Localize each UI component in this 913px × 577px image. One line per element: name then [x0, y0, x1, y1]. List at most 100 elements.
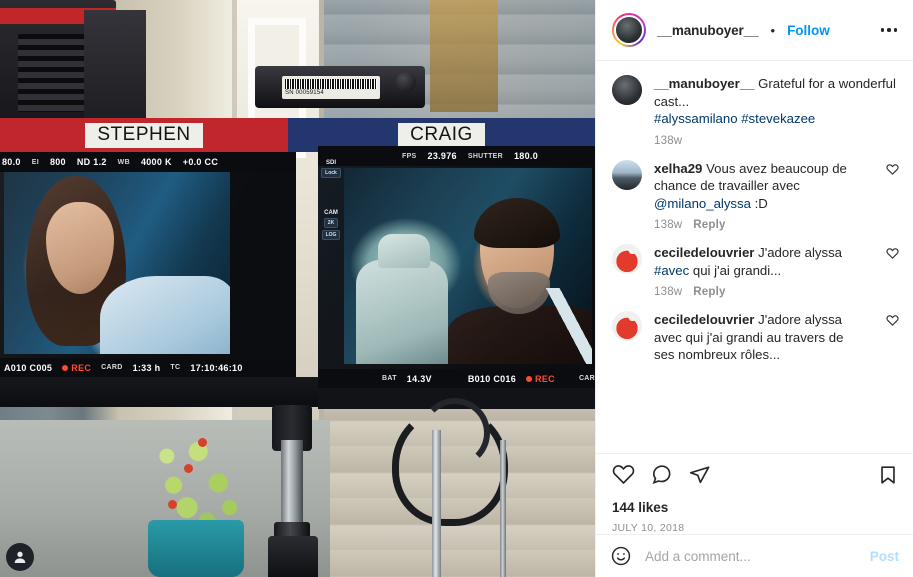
osd-rec-indicator-right: REC: [526, 374, 555, 384]
person-avatar-icon[interactable]: [6, 543, 34, 571]
bezel-log-button[interactable]: LOG: [321, 230, 341, 240]
barcode-lines: [285, 78, 377, 89]
post-header: __manuboyer__ • Follow: [596, 0, 913, 61]
post-date: JULY 10, 2018: [612, 522, 685, 534]
post-actions: 144 likes JULY 10, 2018: [596, 453, 913, 534]
osd-cc-value: +0.0 CC: [182, 157, 219, 167]
post-sidebar: __manuboyer__ • Follow __manuboyer__ Gra…: [595, 0, 913, 577]
light-stand-base: [268, 536, 318, 577]
follow-button[interactable]: Follow: [787, 23, 830, 38]
more-options-icon[interactable]: [879, 22, 900, 38]
monitor-left-osd-bottom: A010 C005 REC CARD 1:33 h TC 17:10:46:10: [0, 358, 296, 377]
post-comment-button[interactable]: Post: [870, 549, 899, 564]
comment-meta: 138w Reply: [654, 286, 866, 298]
comment-avatar[interactable]: [612, 311, 642, 341]
potted-plant-foliage: [140, 418, 252, 530]
osd-fps-value: 23.976: [427, 151, 457, 161]
comment-like-icon[interactable]: [886, 247, 899, 298]
monitor-left-glare: [0, 172, 296, 358]
list-item: ceciledelouvrier J'adore alyssa #avec qu…: [612, 244, 899, 298]
osd-tc-label: TC: [170, 364, 181, 371]
comment-meta: 138w Reply: [654, 219, 866, 231]
caption-avatar-image: [612, 75, 642, 105]
comment-like-icon[interactable]: [886, 314, 899, 364]
share-paper-plane-icon[interactable]: [688, 463, 711, 491]
comment-like-icon[interactable]: [886, 163, 899, 232]
bookmark-icon[interactable]: [877, 464, 899, 491]
comments-list[interactable]: __manuboyer__ Grateful for a wonderful c…: [596, 61, 913, 453]
comment-text: xelha29 Vous avez beaucoup de chance de …: [654, 160, 866, 213]
comment-timestamp: 138w: [654, 286, 683, 298]
osd-ei-label: EI: [31, 158, 39, 166]
comment-hashtag[interactable]: #avec: [654, 263, 689, 278]
comment-username[interactable]: ceciledelouvrier: [654, 312, 754, 327]
comment-mention[interactable]: @milano_alyssa: [654, 196, 751, 211]
camera-tape-right-label: CRAIG: [398, 122, 485, 148]
caption-text: __manuboyer__ Grateful for a wonderful c…: [654, 75, 899, 128]
caption-hashtags[interactable]: #alyssamilano #stevekazee: [654, 111, 815, 126]
background-pole-secondary: [500, 440, 506, 577]
comment-timestamp: 138w: [654, 219, 683, 231]
background-pole: [432, 430, 441, 577]
caption-meta: 138w: [654, 135, 899, 147]
barcode-serial: SN 00059154: [285, 89, 324, 96]
comment-message-tail: :D: [750, 195, 768, 211]
list-item: ceciledelouvrier J'adore alyssa avec qui…: [612, 311, 899, 364]
camera-tape-left-label: STEPHEN: [85, 122, 203, 148]
cable-coil-secondary: [420, 398, 490, 468]
caption-username[interactable]: __manuboyer__: [654, 76, 754, 91]
action-icon-row: [612, 463, 899, 491]
likes-count[interactable]: 144 likes: [612, 500, 899, 515]
camera-body-right: [430, 0, 498, 112]
monitor-bezel-buttons[interactable]: SDI Lock CAM 2K LOG: [318, 160, 344, 278]
search-input comment-input[interactable]: [645, 548, 857, 564]
comment-avatar[interactable]: [612, 159, 642, 190]
emoji-smiley-icon[interactable]: [610, 545, 632, 567]
comment-avatar[interactable]: [612, 244, 642, 274]
monitor-right-osd-bottom: BAT 14.3V B010 C016 REC CARD: [318, 369, 595, 388]
bezel-sdi-label: SDI: [325, 160, 336, 166]
avatar-image: [614, 15, 644, 45]
instagram-post: SN 00059154 STEPHEN CRAIG 80.0 EI 800 ND…: [0, 0, 913, 577]
caption-entry: __manuboyer__ Grateful for a wonderful c…: [612, 75, 899, 147]
comment-text: ceciledelouvrier J'adore alyssa avec qui…: [654, 311, 866, 364]
header-separator: •: [770, 22, 776, 38]
monitor-left-osd-top: 80.0 EI 800 ND 1.2 WB 4000 K +0.0 CC: [0, 152, 296, 172]
osd-card-label: CARD: [101, 364, 123, 371]
monitor-right-glare: [318, 166, 595, 370]
caption-timestamp: 138w: [654, 134, 683, 147]
bezel-2k-button[interactable]: 2K: [323, 218, 339, 228]
post-photo[interactable]: SN 00059154 STEPHEN CRAIG 80.0 EI 800 ND…: [0, 0, 595, 577]
comment-bubble-icon[interactable]: [650, 463, 673, 491]
osd-shutter-label: SHUTTER: [467, 152, 503, 160]
osd-clip-name: A010 C005: [4, 362, 53, 373]
comment-body: xelha29 Vous avez beaucoup de chance de …: [654, 160, 866, 232]
comment-body: ceciledelouvrier J'adore alyssa #avec qu…: [654, 244, 866, 298]
monitor-left: 80.0 EI 800 ND 1.2 WB 4000 K +0.0 CC A01…: [0, 152, 296, 377]
caption-body: __manuboyer__ Grateful for a wonderful c…: [654, 75, 899, 147]
comment-message-tail: qui j'ai grandi...: [689, 262, 782, 278]
osd-card-time: 1:33 h: [132, 362, 161, 373]
caption-avatar[interactable]: [612, 75, 642, 105]
heart-icon[interactable]: [612, 463, 635, 491]
add-comment-bar: Post: [596, 534, 913, 577]
osd-bat-value: 14.3V: [406, 373, 432, 384]
header-username[interactable]: __manuboyer__: [657, 23, 759, 38]
bezel-cam-label: CAM: [324, 210, 338, 216]
comment-text: ceciledelouvrier J'adore alyssa #avec qu…: [654, 244, 866, 279]
comment-username[interactable]: xelha29: [654, 161, 702, 176]
comment-reply-button[interactable]: Reply: [693, 286, 725, 298]
list-item: xelha29 Vous avez beaucoup de chance de …: [612, 159, 899, 232]
osd-timecode: 17:10:46:10: [190, 362, 243, 373]
comment-reply-button[interactable]: Reply: [693, 219, 725, 231]
monitor-right-osd-top: FPS 23.976 SHUTTER 180.0 EI 800: [318, 146, 595, 166]
bezel-lock-button[interactable]: Lock: [321, 168, 341, 178]
osd-clip-name-right: B010 C016: [467, 373, 517, 384]
comment-username[interactable]: ceciledelouvrier: [654, 245, 754, 260]
osd-card-label-right: CARD: [578, 375, 595, 382]
osd-ei-value: 800: [49, 157, 66, 167]
monitor-right: FPS 23.976 SHUTTER 180.0 EI 800: [318, 146, 595, 389]
plant-pot: [148, 520, 244, 577]
avatar[interactable]: [612, 13, 646, 47]
comment-message: J'adore alyssa: [758, 245, 842, 260]
